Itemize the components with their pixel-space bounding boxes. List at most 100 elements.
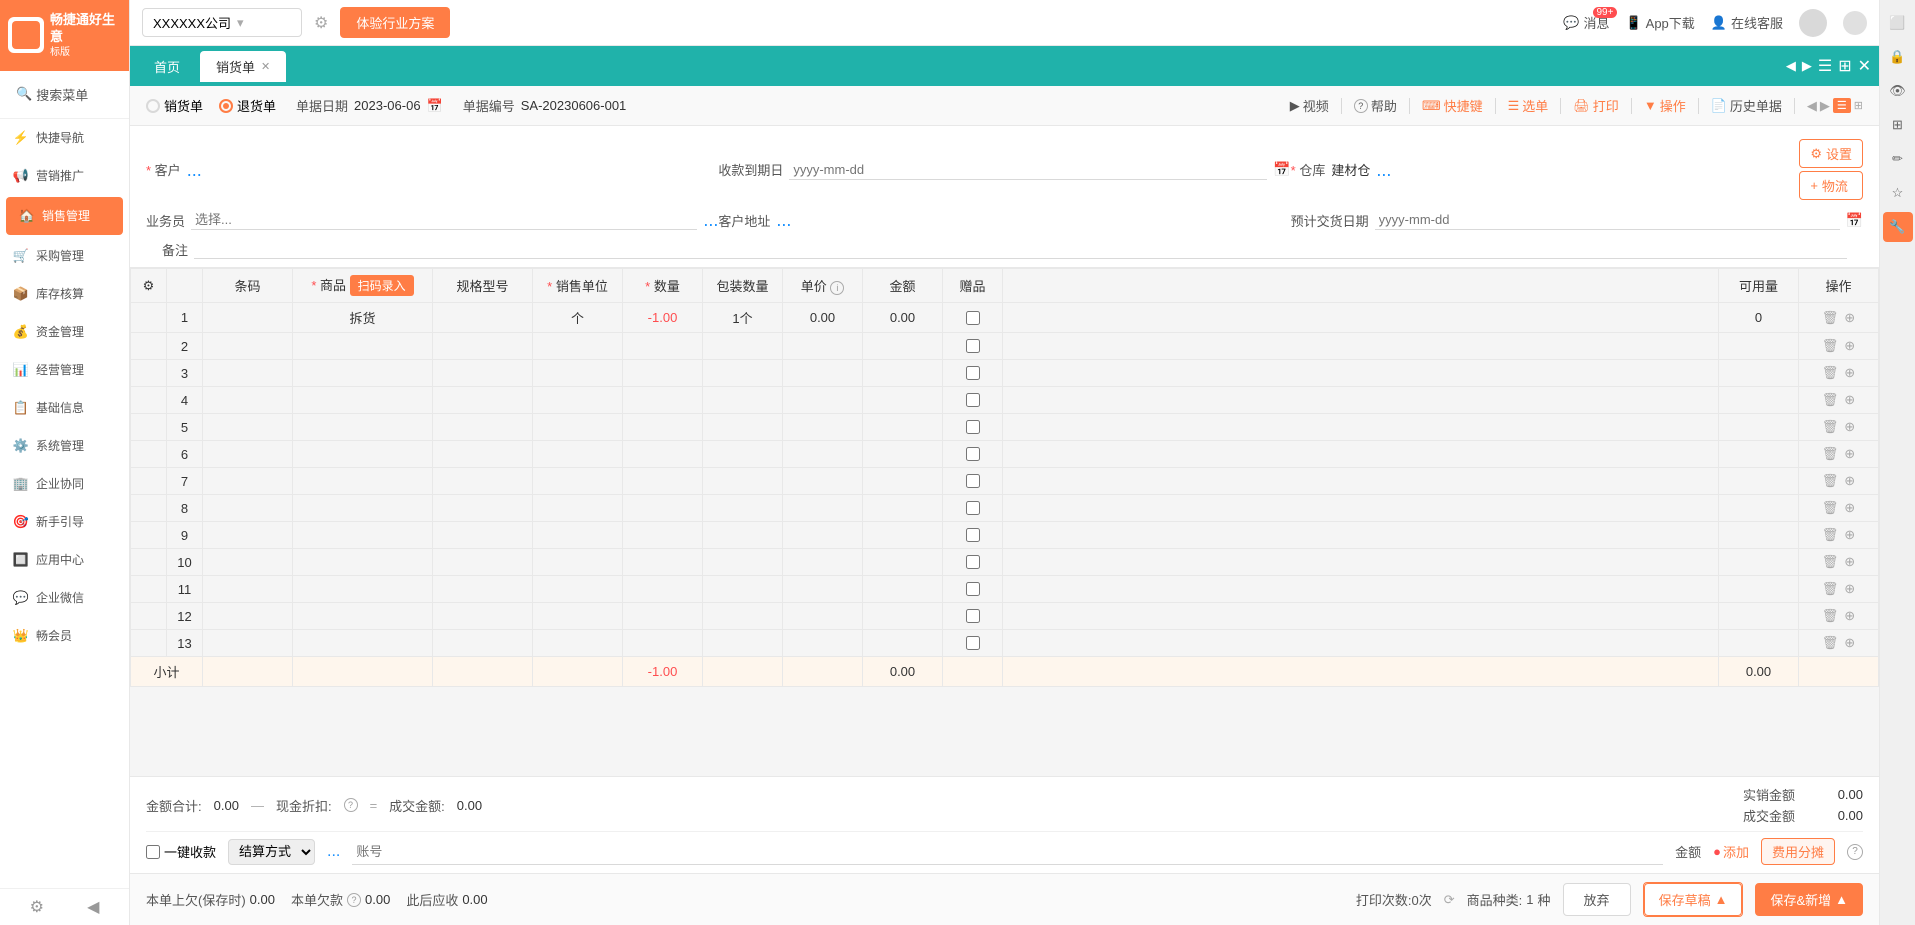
delete-icon-9[interactable]: 🗑 — [1822, 527, 1839, 543]
sidebar-collapse-icon[interactable]: ◀ — [87, 897, 99, 917]
gear-settings-icon[interactable]: ⚙ — [314, 13, 328, 33]
help-btn[interactable]: ? 帮助 — [1354, 96, 1397, 115]
gift-cb-10[interactable] — [966, 555, 980, 569]
tab-sales-order[interactable]: 销货单 ✕ — [200, 51, 286, 82]
delete-icon-5[interactable]: 🗑 — [1822, 419, 1839, 435]
cell-unit-1[interactable]: 个 — [533, 303, 623, 333]
cell-price-1[interactable]: 0.00 — [783, 303, 863, 333]
discount-info-icon[interactable]: ? — [344, 798, 358, 812]
delete-icon-12[interactable]: 🗑 — [1822, 608, 1839, 624]
sidebar-item-finance[interactable]: 💰 资金管理 — [0, 313, 129, 351]
copy-icon-10[interactable]: ⊕ — [1844, 554, 1855, 570]
copy-icon-12[interactable]: ⊕ — [1844, 608, 1855, 624]
goods-type[interactable]: 商品种类: 1 种 — [1467, 890, 1551, 909]
tab-home[interactable]: 首页 — [138, 51, 196, 82]
discard-btn[interactable]: 放弃 — [1563, 883, 1631, 916]
expense-btn[interactable]: 费用分摊 — [1761, 838, 1835, 865]
trial-btn[interactable]: 体验行业方案 — [340, 7, 450, 38]
copy-icon-9[interactable]: ⊕ — [1844, 527, 1855, 543]
expense-help-icon[interactable]: ? — [1847, 844, 1863, 860]
settlement-method-select[interactable]: 结算方式 — [228, 839, 315, 865]
cell-spec-1[interactable] — [433, 303, 533, 333]
add-amount-btn[interactable]: ● 添加 — [1713, 842, 1749, 861]
radio-sales[interactable]: 销货单 — [146, 96, 203, 115]
payment-due-input[interactable] — [789, 160, 1267, 180]
gift-cb-4[interactable] — [966, 393, 980, 407]
gift-cb-5[interactable] — [966, 420, 980, 434]
right-icon-lock[interactable]: 🔒 — [1883, 42, 1913, 72]
copy-icon-1[interactable]: ⊕ — [1844, 310, 1855, 326]
account-input[interactable] — [352, 839, 1663, 865]
salesperson-input[interactable] — [191, 210, 697, 230]
expected-cal-icon[interactable]: 📅 — [1846, 212, 1863, 229]
right-icon-expand[interactable]: ⬜ — [1883, 8, 1913, 38]
sidebar-item-marketing[interactable]: 📢 营销推广 — [0, 157, 129, 195]
copy-icon-8[interactable]: ⊕ — [1844, 500, 1855, 516]
sidebar-item-member[interactable]: 👑 畅会员 — [0, 617, 129, 655]
customer-picker[interactable]: ... — [187, 161, 202, 179]
copy-icon-6[interactable]: ⊕ — [1844, 446, 1855, 462]
copy-icon-2[interactable]: ⊕ — [1844, 338, 1855, 354]
radio-return-btn[interactable] — [219, 99, 233, 113]
gift-cb-9[interactable] — [966, 528, 980, 542]
gift-cb-12[interactable] — [966, 609, 980, 623]
online-support-item[interactable]: 👤 在线客服 — [1711, 13, 1783, 32]
sidebar-item-inventory[interactable]: 📦 库存核算 — [0, 275, 129, 313]
message-item[interactable]: 💬 消息 99+ — [1563, 13, 1609, 32]
company-selector[interactable]: XXXXXX公司 ▾ — [142, 8, 302, 37]
search-menu-item[interactable]: 🔍 搜索菜单 — [8, 79, 121, 110]
gift-cb-3[interactable] — [966, 366, 980, 380]
cell-barcode-1[interactable] — [203, 303, 293, 333]
tab-grid-icon[interactable]: ⊞ — [1838, 56, 1851, 76]
sidebar-item-enterprise[interactable]: 🏢 企业协同 — [0, 465, 129, 503]
copy-icon-13[interactable]: ⊕ — [1844, 635, 1855, 651]
one-click-payment-checkbox[interactable] — [146, 845, 160, 859]
sidebar-item-appstore[interactable]: 🔲 应用中心 — [0, 541, 129, 579]
sidebar-header[interactable]: 畅捷通好生意 标版 — [0, 0, 129, 71]
print-btn[interactable]: 🖨 打印 — [1573, 96, 1619, 115]
delete-icon-8[interactable]: 🗑 — [1822, 500, 1839, 516]
cell-goods-1[interactable]: 拆货 — [293, 303, 433, 333]
table-view-icon[interactable]: ☰ — [1833, 98, 1851, 113]
tab-nav-right-icon[interactable]: ▶ — [1802, 58, 1812, 74]
right-icon-edit[interactable]: ✏ — [1883, 144, 1913, 174]
right-icon-grid[interactable]: ⊞ — [1883, 110, 1913, 140]
tab-close-icon[interactable]: ✕ — [261, 60, 270, 73]
sidebar-item-purchase[interactable]: 🛒 采购管理 — [0, 237, 129, 275]
sidebar-item-operations[interactable]: 📊 经营管理 — [0, 351, 129, 389]
video-btn[interactable]: ▶ 视频 — [1290, 96, 1329, 115]
list-view-icon[interactable]: ◀ — [1807, 98, 1817, 114]
right-icon-star[interactable]: ☆ — [1883, 178, 1913, 208]
cell-amount-1[interactable]: 0.00 — [863, 303, 943, 333]
logistics-btn[interactable]: + 物流 — [1799, 171, 1863, 200]
delete-icon-4[interactable]: 🗑 — [1822, 392, 1839, 408]
right-icon-tool[interactable]: 🔧 — [1883, 212, 1913, 242]
delete-icon-10[interactable]: 🗑 — [1822, 554, 1839, 570]
radio-return[interactable]: 退货单 — [219, 96, 276, 115]
gift-cb-7[interactable] — [966, 474, 980, 488]
delete-icon-13[interactable]: 🗑 — [1822, 635, 1839, 651]
price-info-icon[interactable]: i — [830, 281, 844, 295]
copy-icon-11[interactable]: ⊕ — [1844, 581, 1855, 597]
sidebar-item-guide[interactable]: 🎯 新手引导 — [0, 503, 129, 541]
tab-nav-left-icon[interactable]: ◀ — [1786, 58, 1796, 74]
avatar[interactable] — [1799, 9, 1827, 37]
radio-sales-btn[interactable] — [146, 99, 160, 113]
shortcut-btn[interactable]: ⌨ 快捷键 — [1422, 96, 1483, 115]
one-click-payment-label[interactable]: 一键收款 — [146, 842, 216, 861]
delete-icon-3[interactable]: 🗑 — [1822, 365, 1839, 381]
delete-icon-7[interactable]: 🗑 — [1822, 473, 1839, 489]
right-icon-eye[interactable]: 👁 — [1883, 76, 1913, 106]
cell-qty-1[interactable]: -1.00 — [623, 303, 703, 333]
gift-cb-11[interactable] — [966, 582, 980, 596]
delete-icon-2[interactable]: 🗑 — [1822, 338, 1839, 354]
sidebar-settings-icon[interactable]: ⚙ — [30, 897, 44, 917]
settings-btn[interactable]: ⚙ 设置 — [1799, 139, 1863, 168]
tab-list-icon[interactable]: ☰ — [1818, 56, 1832, 76]
sidebar-item-basic[interactable]: 📋 基础信息 — [0, 389, 129, 427]
th-settings[interactable]: ⚙ — [131, 269, 167, 303]
sidebar-item-wechat[interactable]: 💬 企业微信 — [0, 579, 129, 617]
save-draft-btn[interactable]: 保存草稿 ▲ — [1644, 883, 1743, 916]
close-tab-icon[interactable]: ✕ — [1858, 56, 1871, 76]
gift-cb-8[interactable] — [966, 501, 980, 515]
